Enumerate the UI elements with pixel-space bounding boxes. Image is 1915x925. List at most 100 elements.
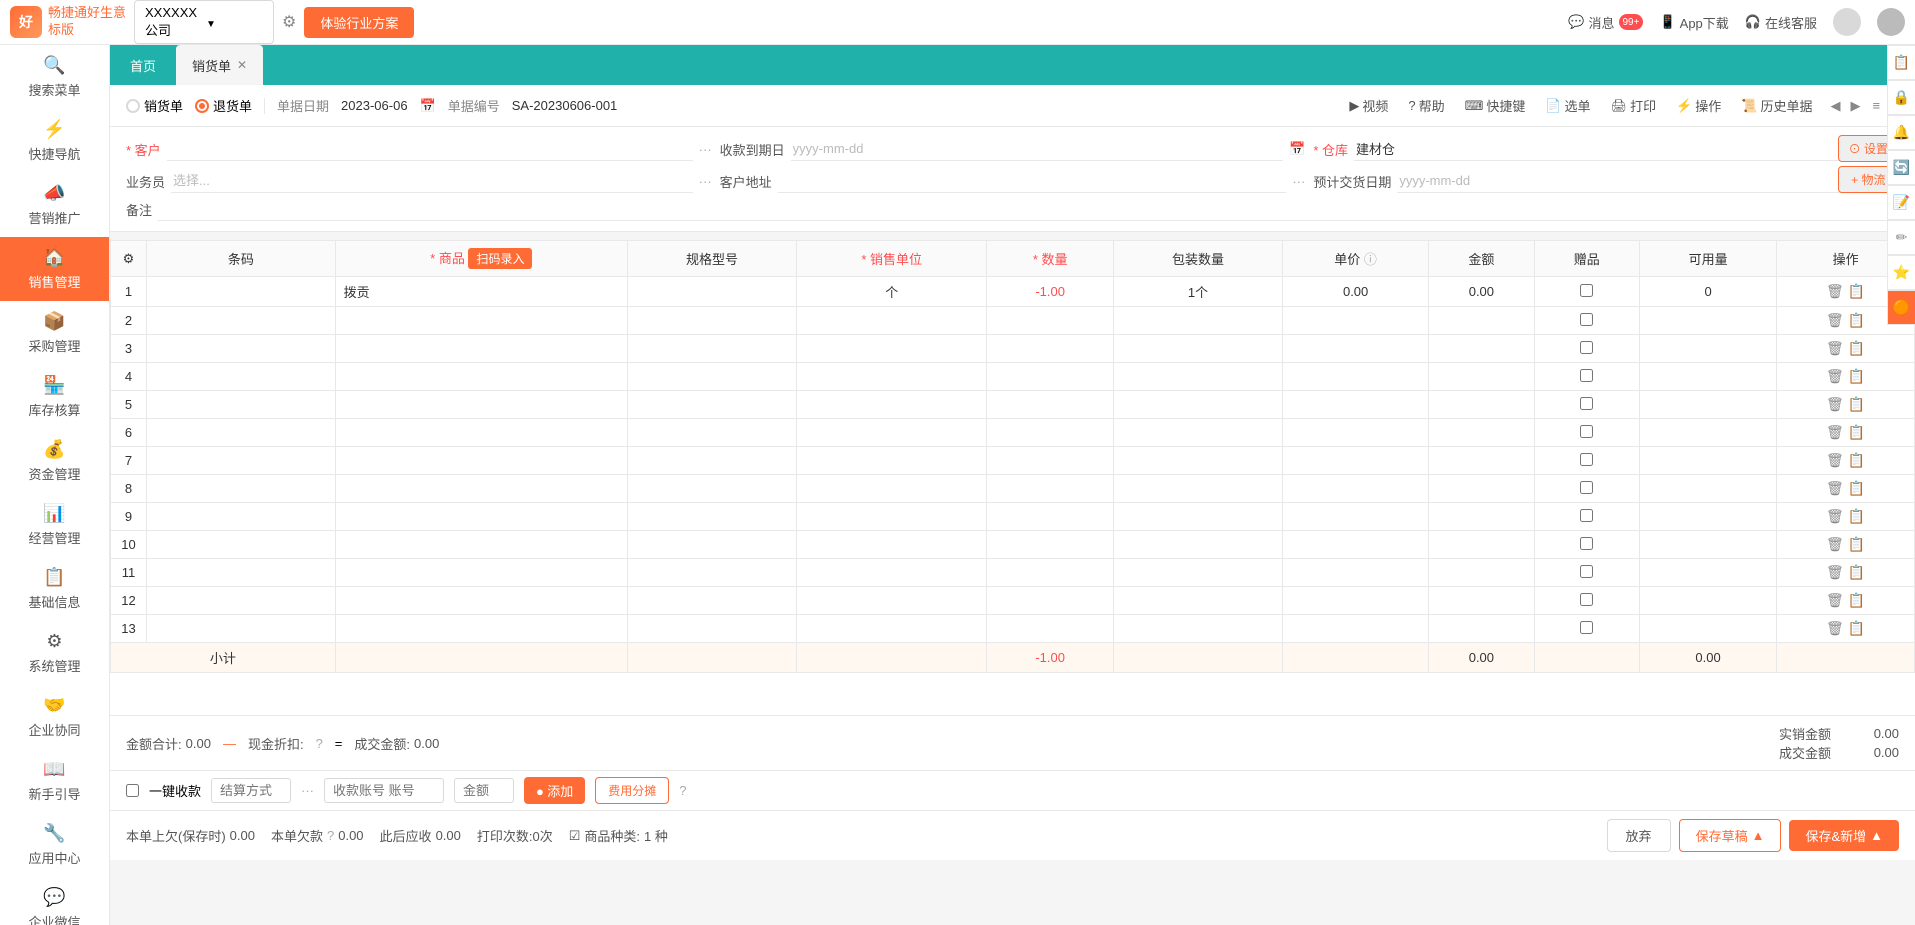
- copy-icon[interactable]: 📋: [1848, 592, 1865, 609]
- float-bell-btn[interactable]: 🔔: [1887, 115, 1915, 150]
- sidebar-item-guide[interactable]: 📖 新手引导: [0, 749, 109, 813]
- customer-input[interactable]: [167, 137, 693, 161]
- cell-gift[interactable]: [1534, 277, 1639, 307]
- cell-product[interactable]: [335, 391, 627, 419]
- cell-barcode[interactable]: [147, 615, 336, 643]
- cell-barcode[interactable]: [147, 335, 336, 363]
- help-btn[interactable]: ? 帮助: [1402, 93, 1450, 118]
- owe-help-icon[interactable]: ?: [327, 828, 334, 843]
- cell-spec[interactable]: [627, 503, 796, 531]
- save-draft-button[interactable]: 保存草稿 ▲: [1679, 819, 1782, 852]
- due-date-calendar-icon[interactable]: 📅: [1289, 141, 1305, 157]
- cell-product[interactable]: 拨贡: [335, 277, 627, 307]
- app-download-btn[interactable]: 📱 App下载: [1659, 13, 1728, 32]
- float-pencil-btn[interactable]: ✏: [1887, 220, 1915, 255]
- avatar2[interactable]: [1877, 8, 1905, 36]
- cell-spec[interactable]: [627, 587, 796, 615]
- cell-product[interactable]: [335, 587, 627, 615]
- delete-icon[interactable]: 🗑: [1826, 340, 1844, 357]
- float-orange-btn[interactable]: 🟠: [1887, 290, 1915, 325]
- cell-spec[interactable]: [627, 277, 796, 307]
- copy-icon[interactable]: 📋: [1848, 312, 1865, 329]
- copy-icon[interactable]: 📋: [1848, 368, 1865, 385]
- tab-close-icon[interactable]: ✕: [237, 58, 247, 72]
- radio-sale[interactable]: 销货单: [126, 96, 183, 115]
- cell-gift[interactable]: [1534, 559, 1639, 587]
- grid-view-icon[interactable]: ≡: [1873, 98, 1881, 113]
- cell-barcode[interactable]: [147, 277, 336, 307]
- cell-gift[interactable]: [1534, 587, 1639, 615]
- payment-account-input[interactable]: [324, 778, 444, 803]
- cell-barcode[interactable]: [147, 531, 336, 559]
- cell-product[interactable]: [335, 475, 627, 503]
- radio-return[interactable]: 退货单: [195, 96, 252, 115]
- delete-icon[interactable]: 🗑: [1826, 536, 1844, 553]
- cell-spec[interactable]: [627, 307, 796, 335]
- video-btn[interactable]: ▶ 视频: [1343, 93, 1394, 118]
- sidebar-item-app-center[interactable]: 🔧 应用中心: [0, 813, 109, 877]
- cell-barcode[interactable]: [147, 419, 336, 447]
- sidebar-item-marketing[interactable]: 📣 营销推广: [0, 173, 109, 237]
- cell-barcode[interactable]: [147, 307, 336, 335]
- cell-barcode[interactable]: [147, 559, 336, 587]
- cell-spec[interactable]: [627, 475, 796, 503]
- copy-icon[interactable]: 📋: [1848, 564, 1865, 581]
- cell-product[interactable]: [335, 335, 627, 363]
- customer-dots[interactable]: ···: [699, 142, 712, 157]
- delete-icon[interactable]: 🗑: [1826, 452, 1844, 469]
- delete-icon[interactable]: 🗑: [1826, 508, 1844, 525]
- sidebar-item-basic-info[interactable]: 📋 基础信息: [0, 557, 109, 621]
- payment-method-dots[interactable]: ···: [301, 783, 314, 798]
- delete-icon[interactable]: 🗑: [1826, 620, 1844, 637]
- cell-product[interactable]: [335, 615, 627, 643]
- date-calendar-icon[interactable]: 📅: [420, 98, 436, 114]
- gear-icon[interactable]: ⚙: [282, 12, 296, 32]
- copy-icon[interactable]: 📋: [1848, 396, 1865, 413]
- cell-gift[interactable]: [1534, 419, 1639, 447]
- float-refresh-btn[interactable]: 🔄: [1887, 150, 1915, 185]
- warehouse-input[interactable]: [1354, 137, 1880, 161]
- copy-icon[interactable]: 📋: [1848, 480, 1865, 497]
- sidebar-item-finance[interactable]: 💰 资金管理: [0, 429, 109, 493]
- cell-spec[interactable]: [627, 335, 796, 363]
- next-arrow[interactable]: ▶: [1847, 96, 1865, 116]
- payment-help-icon[interactable]: ?: [679, 783, 686, 798]
- float-lock-btn[interactable]: 🔒: [1887, 80, 1915, 115]
- cell-gift[interactable]: [1534, 307, 1639, 335]
- salesperson-dots[interactable]: ···: [699, 174, 712, 189]
- cell-product[interactable]: [335, 307, 627, 335]
- cell-gift[interactable]: [1534, 391, 1639, 419]
- message-btn[interactable]: 💬 消息 99+: [1568, 13, 1643, 32]
- operation-btn[interactable]: ⚡ 操作: [1670, 93, 1727, 118]
- delete-icon[interactable]: 🗑: [1826, 283, 1844, 300]
- customer-address-input[interactable]: [778, 169, 1287, 193]
- cell-gift[interactable]: [1534, 531, 1639, 559]
- cell-gift[interactable]: [1534, 503, 1639, 531]
- cell-barcode[interactable]: [147, 391, 336, 419]
- company-selector[interactable]: XXXXXX公司: [134, 0, 274, 44]
- delete-icon[interactable]: 🗑: [1826, 480, 1844, 497]
- discard-button[interactable]: 放弃: [1607, 819, 1671, 852]
- save-new-button[interactable]: 保存&新增 ▲: [1789, 820, 1899, 851]
- sidebar-item-search[interactable]: 🔍 搜索菜单: [0, 45, 109, 109]
- print-btn[interactable]: 🖨 打印: [1605, 93, 1663, 118]
- cell-product[interactable]: [335, 503, 627, 531]
- customer-address-dots[interactable]: ···: [1292, 174, 1305, 189]
- tab-sales-order[interactable]: 销货单 ✕: [176, 45, 263, 85]
- cell-spec[interactable]: [627, 447, 796, 475]
- expected-date-input[interactable]: [1397, 169, 1876, 193]
- delete-icon[interactable]: 🗑: [1826, 592, 1844, 609]
- delete-icon[interactable]: 🗑: [1826, 396, 1844, 413]
- salesperson-input[interactable]: [171, 169, 693, 193]
- float-star-btn[interactable]: ⭐: [1887, 255, 1915, 290]
- sidebar-item-system[interactable]: ⚙ 系统管理: [0, 621, 109, 685]
- remarks-input[interactable]: [158, 197, 1899, 221]
- due-date-input[interactable]: [791, 137, 1283, 161]
- sidebar-item-purchase[interactable]: 📦 采购管理: [0, 301, 109, 365]
- expense-btn[interactable]: 费用分摊: [595, 777, 669, 804]
- cell-spec[interactable]: [627, 363, 796, 391]
- delete-icon[interactable]: 🗑: [1826, 564, 1844, 581]
- sidebar-item-inventory[interactable]: 🏪 库存核算: [0, 365, 109, 429]
- history-btn[interactable]: 📜 历史单据: [1735, 93, 1818, 118]
- copy-icon[interactable]: 📋: [1848, 620, 1865, 637]
